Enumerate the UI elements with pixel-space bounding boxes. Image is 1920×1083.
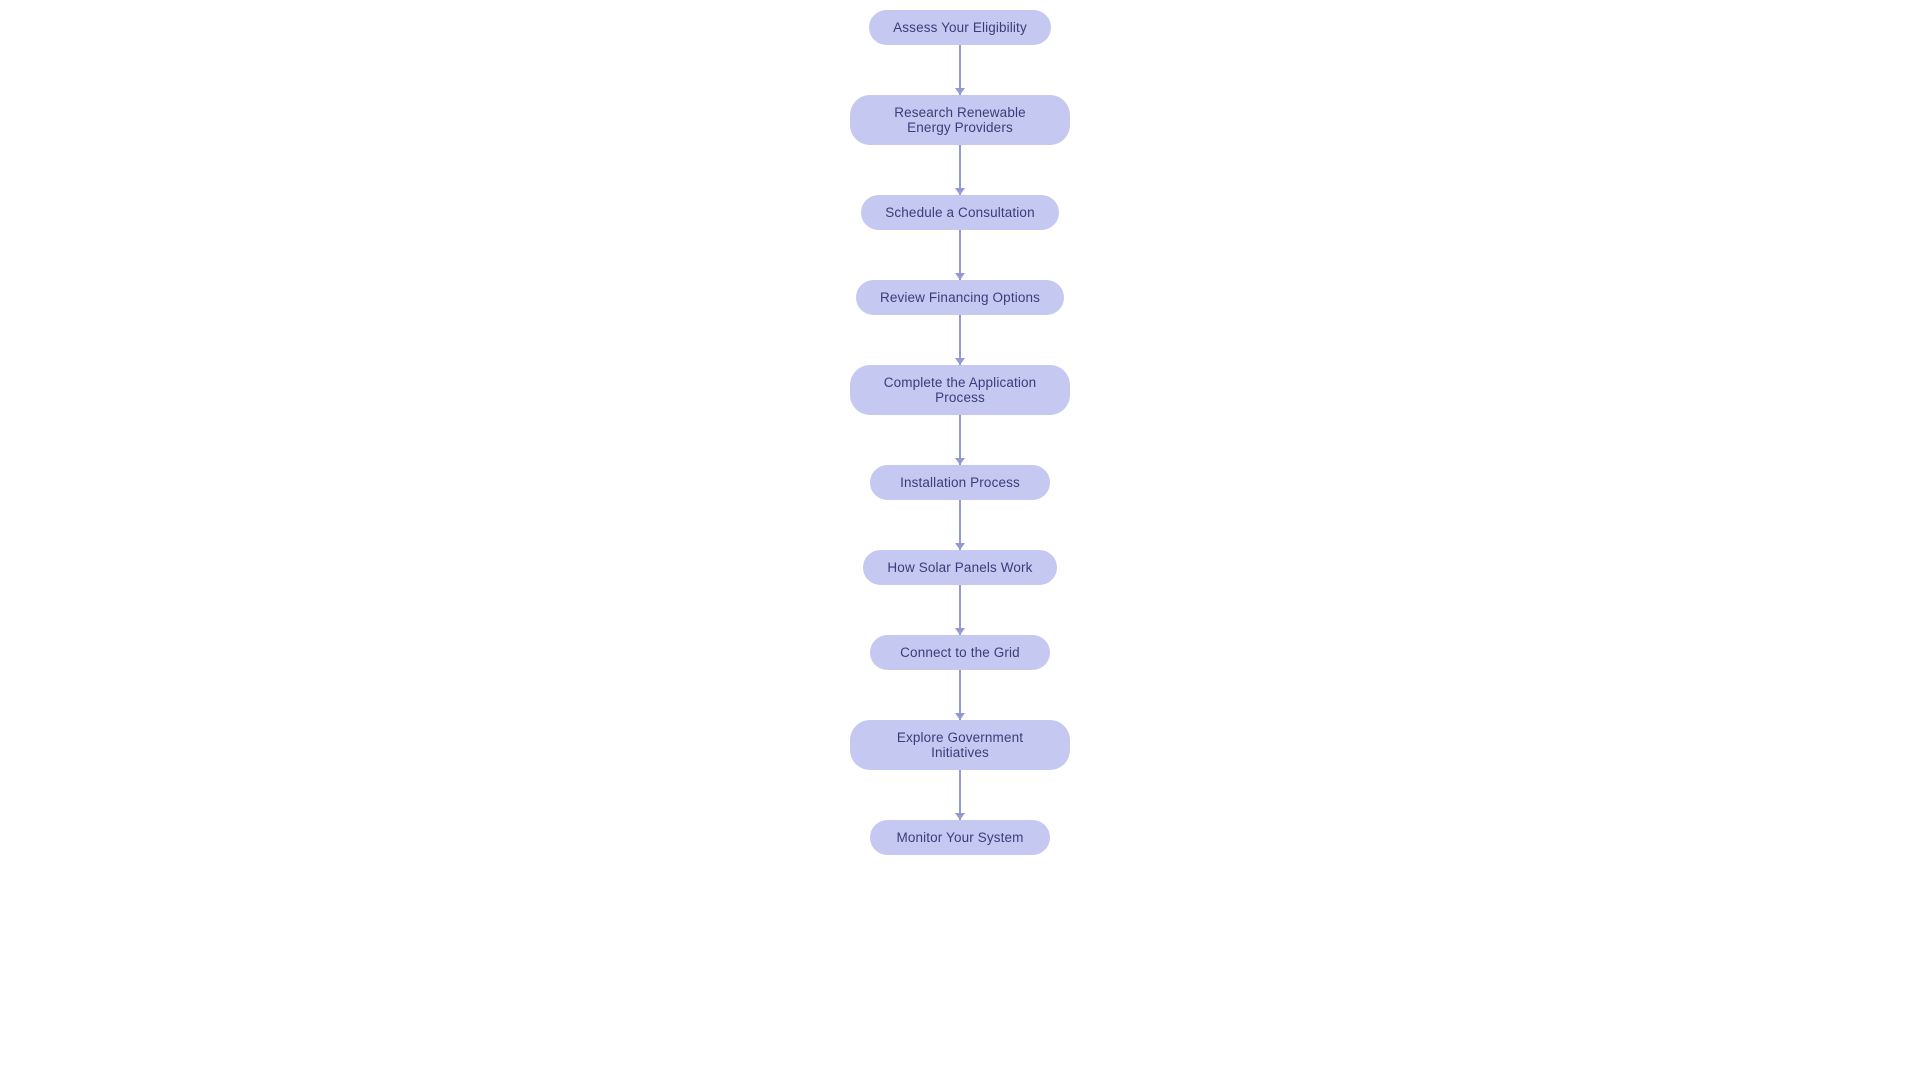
flow-node-complete-application[interactable]: Complete the Application Process	[850, 365, 1070, 415]
connector-2	[959, 230, 961, 280]
connector-4	[959, 415, 961, 465]
flow-node-installation-process[interactable]: Installation Process	[870, 465, 1050, 500]
flow-node-review-financing[interactable]: Review Financing Options	[856, 280, 1064, 315]
connector-8	[959, 770, 961, 820]
connector-6	[959, 585, 961, 635]
flowchart: Assess Your Eligibility Research Renewabl…	[850, 0, 1070, 885]
connector-0	[959, 45, 961, 95]
flow-node-explore-government[interactable]: Explore Government Initiatives	[850, 720, 1070, 770]
connector-1	[959, 145, 961, 195]
flow-node-connect-to-grid[interactable]: Connect to the Grid	[870, 635, 1050, 670]
flow-node-assess-eligibility[interactable]: Assess Your Eligibility	[869, 10, 1051, 45]
flow-node-schedule-consultation[interactable]: Schedule a Consultation	[861, 195, 1058, 230]
flow-node-how-solar-panels-work[interactable]: How Solar Panels Work	[863, 550, 1056, 585]
connector-7	[959, 670, 961, 720]
connector-3	[959, 315, 961, 365]
flow-node-research-providers[interactable]: Research Renewable Energy Providers	[850, 95, 1070, 145]
flow-node-monitor-system[interactable]: Monitor Your System	[870, 820, 1050, 855]
connector-5	[959, 500, 961, 550]
